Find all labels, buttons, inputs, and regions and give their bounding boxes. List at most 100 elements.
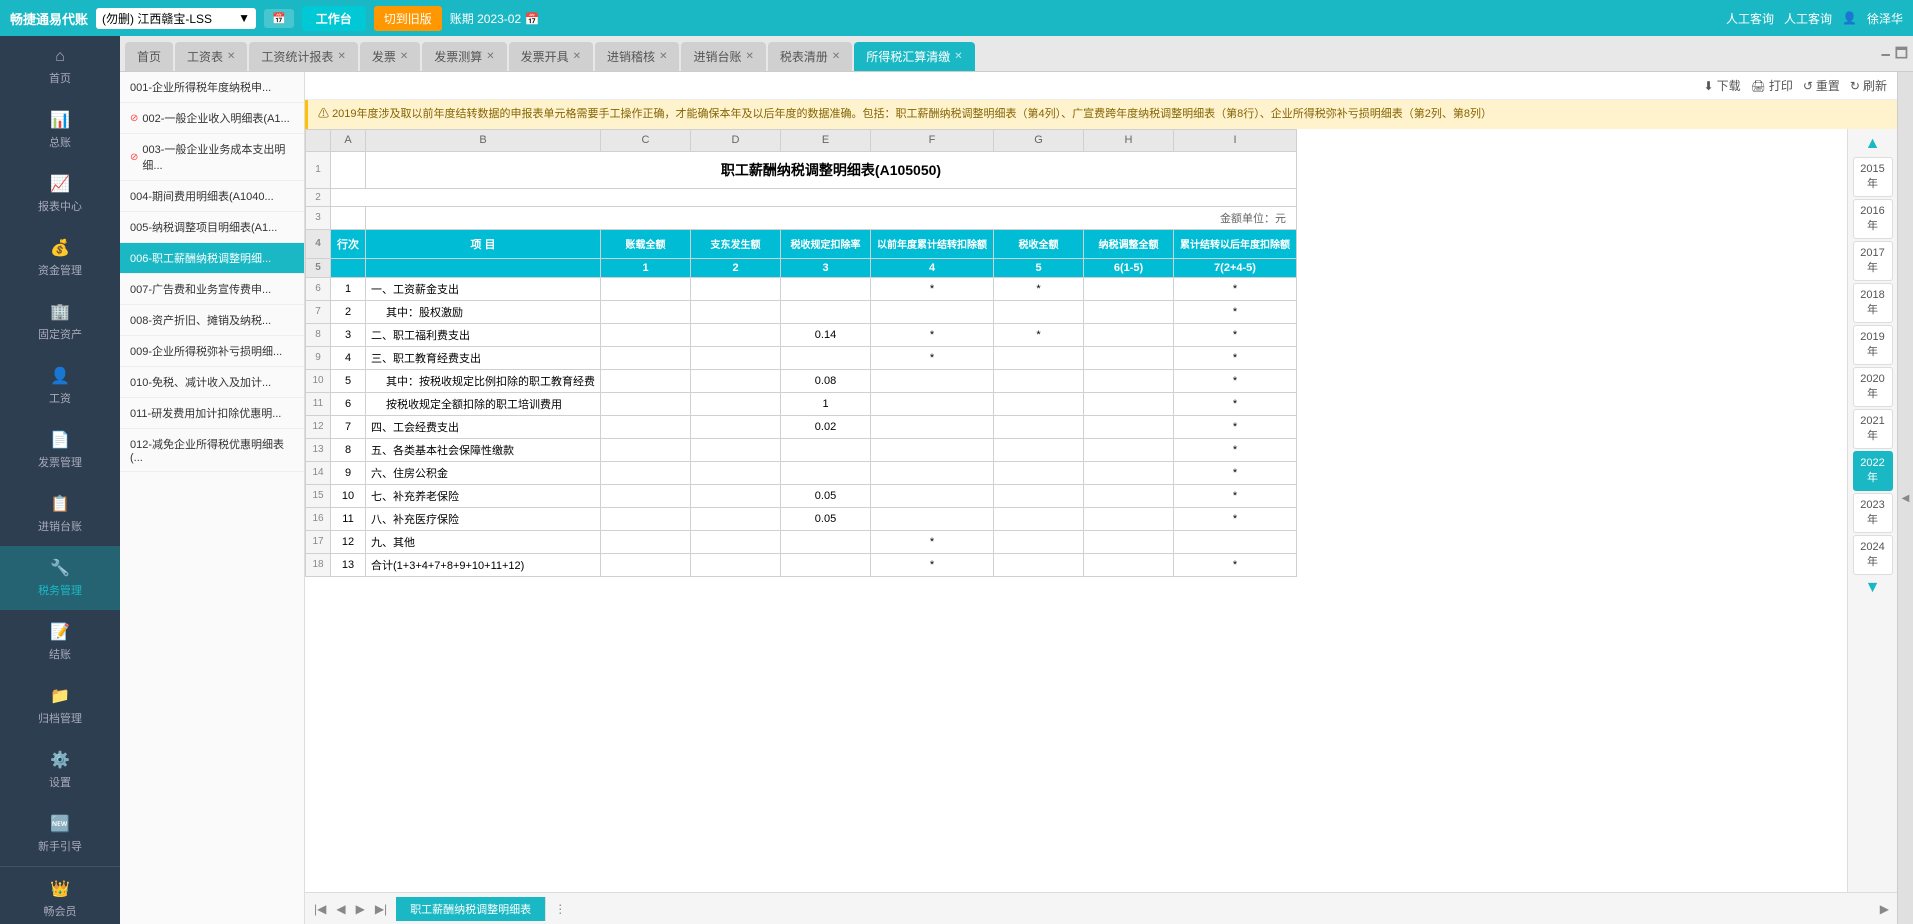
- calendar-icon-btn[interactable]: 📅: [264, 9, 294, 28]
- empty-row-2: 2: [306, 188, 1297, 206]
- sheet-tab-salary[interactable]: 职工薪酬纳税调整明细表: [396, 897, 546, 921]
- tab-home[interactable]: 首页: [125, 42, 173, 71]
- year-btn-2015[interactable]: 2015年: [1853, 157, 1893, 197]
- col-num-7: 7(2+4-5): [1174, 258, 1297, 277]
- list-item-010[interactable]: 010-免税、减计收入及加计...: [120, 367, 304, 398]
- support-link[interactable]: 人工客询: [1726, 10, 1774, 27]
- year-btn-2024[interactable]: 2024年: [1853, 535, 1893, 575]
- tab-close-purchase-check[interactable]: ✕: [659, 51, 667, 62]
- col-num-3: 3: [781, 258, 871, 277]
- tab-invoice-calc[interactable]: 发票测算 ✕: [422, 42, 506, 71]
- year-btn-2023[interactable]: 2023年: [1853, 493, 1893, 533]
- tax-icon: 🔧: [50, 558, 70, 578]
- tab-close-invoice-calc[interactable]: ✕: [486, 51, 494, 62]
- list-item-007[interactable]: 007-广告费和业务宣传费申...: [120, 274, 304, 305]
- spreadsheet-area: ⬇ 下载 🖨 打印 ↺ 重置 ↻ 刷新: [305, 72, 1897, 924]
- year-btn-2021[interactable]: 2021年: [1853, 409, 1893, 449]
- list-item-006[interactable]: 006-职工薪酬纳税调整明细...: [120, 243, 304, 274]
- sidebar-item-purchase-sale[interactable]: 📋 进销台账: [0, 482, 120, 546]
- warning-icon: ⚠: [318, 108, 332, 120]
- year-btn-2020[interactable]: 2020年: [1853, 367, 1893, 407]
- tab-bar-minimize[interactable]: 🗕: [1881, 43, 1891, 67]
- table-row: 8 3 二、职工福利费支出 0.14 * *: [306, 323, 1297, 346]
- download-button[interactable]: ⬇ 下载: [1704, 77, 1741, 94]
- header-shuishou: 税收规定扣除率: [781, 229, 871, 258]
- sidebar-item-salary[interactable]: 👤 工资: [0, 354, 120, 418]
- tab-salary[interactable]: 工资表 ✕: [175, 42, 247, 71]
- tab-close-income-tax[interactable]: ✕: [954, 51, 962, 62]
- sidebar-item-close[interactable]: 📝 结账: [0, 610, 120, 674]
- year-btn-2022[interactable]: 2022年: [1853, 451, 1893, 491]
- tab-tax-table[interactable]: 税表清册 ✕: [768, 42, 852, 71]
- sidebar-item-assets[interactable]: 🏢 固定资产: [0, 290, 120, 354]
- tab-close-invoice-issue[interactable]: ✕: [573, 51, 581, 62]
- list-item-008[interactable]: 008-资产折旧、摊销及纳税...: [120, 305, 304, 336]
- sidebar-item-invoice[interactable]: 📄 发票管理: [0, 418, 120, 482]
- header-xiangmu: 项 目: [366, 229, 601, 258]
- tab-invoice-issue[interactable]: 发票开具 ✕: [509, 42, 593, 71]
- sidebar-item-reports[interactable]: 📈 报表中心: [0, 162, 120, 226]
- user-avatar: 👤: [1842, 11, 1857, 25]
- tab-close-tax-table[interactable]: ✕: [832, 51, 840, 62]
- list-item-011[interactable]: 011-研发费用加计扣除优惠明...: [120, 398, 304, 429]
- list-item-002[interactable]: ⊘ 002-一般企业收入明细表(A1...: [120, 103, 304, 134]
- tab-invoice[interactable]: 发票 ✕: [360, 42, 420, 71]
- sidebar-item-archive[interactable]: 📁 归档管理: [0, 674, 120, 738]
- nav-last[interactable]: ▶|: [371, 900, 391, 918]
- tab-purchase-ledger[interactable]: 进销台账 ✕: [681, 42, 765, 71]
- table-container[interactable]: A B C D E F G H I: [305, 129, 1847, 893]
- main-layout: ⌂ 首页 📊 总账 📈 报表中心 💰 资金管理 🏢 固定资产 👤 工资: [0, 36, 1913, 924]
- finance-icon: 💰: [50, 238, 70, 258]
- switch-version-button[interactable]: 切到旧版: [374, 6, 442, 31]
- nav-prev[interactable]: ◀: [332, 900, 349, 918]
- error-dot-2: ⊘: [130, 152, 138, 163]
- table-row: 10 5 其中：按税收规定比例扣除的职工教育经费 0.08: [306, 369, 1297, 392]
- nav-next[interactable]: ▶: [352, 900, 369, 918]
- year-btn-2018[interactable]: 2018年: [1853, 283, 1893, 323]
- year-up-arrow[interactable]: ▲: [1863, 133, 1883, 155]
- reset-button[interactable]: ↺ 重置: [1803, 77, 1840, 94]
- collapse-button[interactable]: ◀: [1897, 72, 1913, 924]
- sidebar-item-ledger[interactable]: 📊 总账: [0, 98, 120, 162]
- tab-income-tax[interactable]: 所得税汇算清缴 ✕: [854, 42, 974, 71]
- sidebar-item-settings[interactable]: ⚙️ 设置: [0, 738, 120, 802]
- warning-banner: ⚠ 2019年度涉及取以前年度结转数据的申报表单元格需要手工操作正确，才能确保本…: [305, 100, 1897, 129]
- company-select[interactable]: (勿删) 江西赣宝-LSS ▼: [96, 8, 256, 29]
- year-btn-2019[interactable]: 2019年: [1853, 325, 1893, 365]
- tab-bar-maximize[interactable]: 🗖: [1895, 43, 1908, 67]
- list-item-001[interactable]: 001-企业所得税年度纳税申...: [120, 72, 304, 103]
- list-item-009[interactable]: 009-企业所得税弥补亏损明细...: [120, 336, 304, 367]
- nav-first[interactable]: |◀: [310, 900, 330, 918]
- reports-icon: 📈: [50, 174, 70, 194]
- scroll-right-icon[interactable]: ▶: [1872, 902, 1897, 916]
- sidebar-item-finance[interactable]: 💰 资金管理: [0, 226, 120, 290]
- print-button[interactable]: 🖨 打印: [1751, 77, 1793, 94]
- tab-close-purchase-ledger[interactable]: ✕: [745, 51, 753, 62]
- calendar-icon: 📅: [525, 12, 540, 26]
- sidebar-label-assets: 固定资产: [38, 326, 82, 342]
- tab-salary-report[interactable]: 工资统计报表 ✕: [249, 42, 357, 71]
- sidebar-item-tax[interactable]: 🔧 税务管理: [0, 546, 120, 610]
- tab-close-salary[interactable]: ✕: [227, 51, 235, 62]
- sidebar-item-guide[interactable]: 🆕 新手引导: [0, 802, 120, 866]
- list-item-005[interactable]: 005-纳税调整项目明细表(A1...: [120, 212, 304, 243]
- list-item-003[interactable]: ⊘ 003-一般企业业务成本支出明细...: [120, 134, 304, 181]
- sidebar-item-member[interactable]: 👑 畅会员: [0, 866, 120, 924]
- year-btn-2016[interactable]: 2016年: [1853, 199, 1893, 239]
- col-num-4: 4: [871, 258, 994, 277]
- sidebar-item-home[interactable]: ⌂ 首页: [0, 36, 120, 98]
- col-header-b: B: [366, 129, 601, 151]
- list-item-012[interactable]: 012-减免企业所得税优惠明细表(...: [120, 429, 304, 472]
- list-item-004[interactable]: 004-期间费用明细表(A1040...: [120, 181, 304, 212]
- tab-purchase-check[interactable]: 进销稽核 ✕: [595, 42, 679, 71]
- tab-close-invoice[interactable]: ✕: [400, 51, 408, 62]
- unit-label: 金额单位：元: [366, 206, 1297, 229]
- refresh-button[interactable]: ↻ 刷新: [1850, 77, 1887, 94]
- year-down-arrow[interactable]: ▼: [1863, 577, 1883, 599]
- workspace-button[interactable]: 工作台: [302, 6, 366, 31]
- spreadsheet-table: A B C D E F G H I: [305, 129, 1297, 577]
- sheet-options-icon[interactable]: ⋮: [554, 902, 566, 916]
- table-row: 17 12 九、其他 *: [306, 530, 1297, 553]
- tab-close-salary-report[interactable]: ✕: [337, 51, 345, 62]
- year-btn-2017[interactable]: 2017年: [1853, 241, 1893, 281]
